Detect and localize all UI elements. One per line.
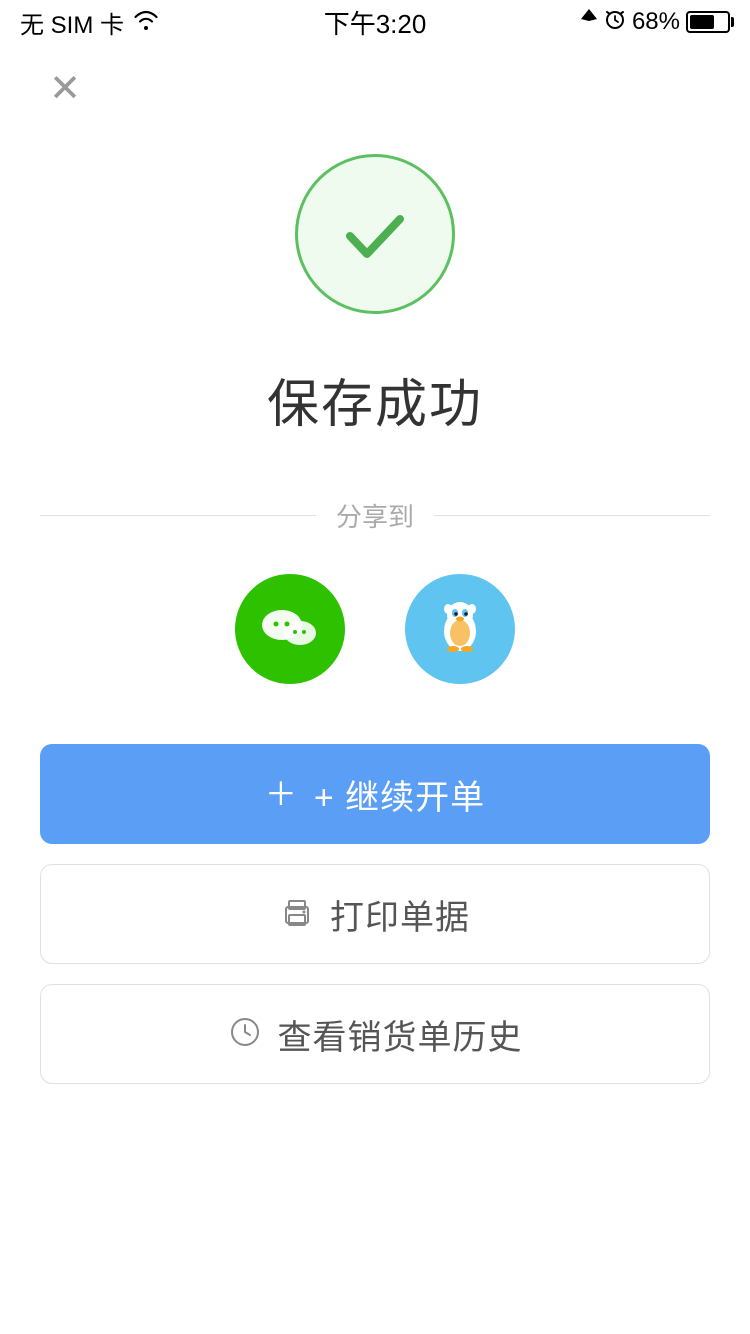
action-buttons: ＋ + 继续开单 打印单据 查看销货单历 — [40, 744, 710, 1084]
print-button[interactable]: 打印单据 — [40, 864, 710, 964]
location-icon — [580, 8, 598, 36]
printer-icon — [280, 895, 314, 934]
status-right: 68% — [580, 8, 730, 36]
close-button[interactable]: ✕ — [40, 64, 90, 114]
battery-icon — [686, 11, 730, 33]
battery-percent: 68% — [632, 8, 680, 36]
status-time: 下午3:20 — [324, 4, 427, 41]
plus-icon: ＋ — [265, 778, 298, 810]
history-button-label: 查看销货单历史 — [278, 1010, 523, 1059]
status-left: 无 SIM 卡 — [20, 5, 160, 40]
qq-share-button[interactable] — [405, 574, 515, 684]
continue-button[interactable]: ＋ + 继续开单 — [40, 744, 710, 844]
continue-button-label: + 继续开单 — [314, 770, 485, 819]
main-content: ✕ 保存成功 分享到 — [0, 44, 750, 1104]
wifi-icon — [132, 8, 160, 37]
no-sim-label: 无 SIM 卡 — [20, 5, 124, 40]
wechat-icon — [256, 595, 324, 663]
clock-icon — [228, 1015, 262, 1054]
close-icon: ✕ — [49, 70, 81, 108]
left-divider — [40, 515, 316, 516]
right-divider — [434, 515, 710, 516]
success-circle — [295, 154, 455, 314]
share-divider-row: 分享到 — [40, 497, 710, 534]
share-icons-row — [235, 574, 515, 684]
share-section: 分享到 — [40, 497, 710, 684]
status-bar: 无 SIM 卡 下午3:20 68% — [0, 0, 750, 44]
checkmark-icon — [335, 194, 415, 274]
history-button[interactable]: 查看销货单历史 — [40, 984, 710, 1084]
close-button-row: ✕ — [40, 64, 710, 114]
alarm-icon — [604, 8, 626, 36]
success-title: 保存成功 — [267, 362, 483, 437]
qq-icon — [426, 595, 494, 663]
wechat-share-button[interactable] — [235, 574, 345, 684]
share-label: 分享到 — [336, 497, 414, 534]
print-button-label: 打印单据 — [330, 890, 470, 939]
